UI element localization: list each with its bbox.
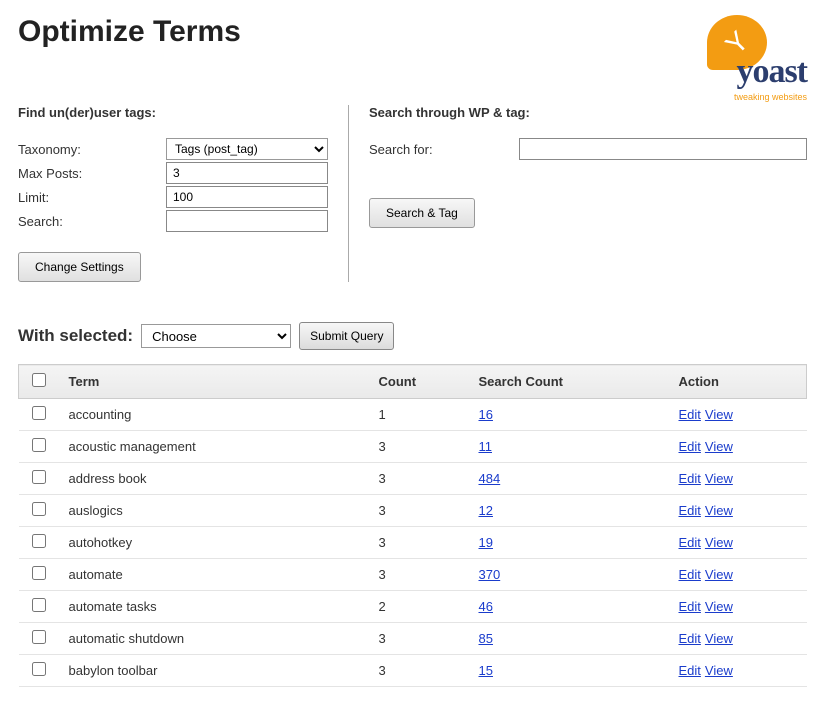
edit-link[interactable]: Edit [679, 663, 701, 678]
count-cell: 3 [369, 623, 469, 655]
search-count-link[interactable]: 85 [479, 631, 493, 646]
table-row: autohotkey3 19 Edit View [19, 527, 807, 559]
count-cell: 3 [369, 655, 469, 687]
header-count: Count [369, 365, 469, 399]
table-row: automate tasks2 46 Edit View [19, 591, 807, 623]
bulk-action-select[interactable]: Choose [141, 324, 291, 348]
edit-link[interactable]: Edit [679, 503, 701, 518]
edit-link[interactable]: Edit [679, 535, 701, 550]
terms-table: Term Count Search Count Action accountin… [18, 364, 807, 687]
edit-link[interactable]: Edit [679, 407, 701, 422]
edit-link[interactable]: Edit [679, 631, 701, 646]
search-tag-title: Search through WP & tag: [369, 105, 807, 120]
row-checkbox[interactable] [32, 534, 46, 548]
search-count-link[interactable]: 46 [479, 599, 493, 614]
taxonomy-label: Taxonomy: [18, 142, 166, 157]
row-checkbox[interactable] [32, 662, 46, 676]
count-cell: 3 [369, 495, 469, 527]
term-cell: automatic shutdown [59, 623, 369, 655]
term-cell: acoustic management [59, 431, 369, 463]
view-link[interactable]: View [705, 407, 733, 422]
edit-link[interactable]: Edit [679, 439, 701, 454]
view-link[interactable]: View [705, 599, 733, 614]
limit-input[interactable] [166, 186, 328, 208]
submit-query-button[interactable]: Submit Query [299, 322, 394, 350]
taxonomy-select[interactable]: Tags (post_tag) [166, 138, 328, 160]
count-cell: 3 [369, 463, 469, 495]
term-cell: autohotkey [59, 527, 369, 559]
row-checkbox[interactable] [32, 406, 46, 420]
search-count-link[interactable]: 484 [479, 471, 501, 486]
view-link[interactable]: View [705, 471, 733, 486]
search-for-label: Search for: [369, 142, 519, 157]
search-count-link[interactable]: 19 [479, 535, 493, 550]
page-title: Optimize Terms [18, 15, 241, 49]
row-checkbox[interactable] [32, 470, 46, 484]
logo-name: yoast [736, 53, 807, 91]
count-cell: 3 [369, 527, 469, 559]
count-cell: 2 [369, 591, 469, 623]
term-cell: automate tasks [59, 591, 369, 623]
table-row: accounting1 16 Edit View [19, 399, 807, 431]
view-link[interactable]: View [705, 439, 733, 454]
view-link[interactable]: View [705, 631, 733, 646]
bulk-label: With selected: [18, 326, 133, 346]
term-cell: auslogics [59, 495, 369, 527]
header-search-count: Search Count [469, 365, 669, 399]
header-action: Action [669, 365, 807, 399]
search-tag-panel: Search through WP & tag: Search for: Sea… [369, 105, 807, 282]
header-term: Term [59, 365, 369, 399]
limit-label: Limit: [18, 190, 166, 205]
table-row: babylon toolbar3 15 Edit View [19, 655, 807, 687]
search-label: Search: [18, 214, 166, 229]
view-link[interactable]: View [705, 567, 733, 582]
logo-tagline: tweaking websites [734, 92, 807, 102]
search-count-link[interactable]: 11 [479, 439, 493, 454]
max-posts-label: Max Posts: [18, 166, 166, 181]
term-cell: address book [59, 463, 369, 495]
term-cell: accounting [59, 399, 369, 431]
search-for-input[interactable] [519, 138, 807, 160]
table-row: auslogics3 12 Edit View [19, 495, 807, 527]
find-tags-title: Find un(der)user tags: [18, 105, 328, 120]
count-cell: 3 [369, 559, 469, 591]
row-checkbox[interactable] [32, 438, 46, 452]
select-all-checkbox[interactable] [32, 373, 46, 387]
search-count-link[interactable]: 15 [479, 663, 493, 678]
view-link[interactable]: View [705, 663, 733, 678]
yoast-logo: Y yoast tweaking websites [642, 15, 807, 105]
panel-divider [348, 105, 349, 282]
max-posts-input[interactable] [166, 162, 328, 184]
edit-link[interactable]: Edit [679, 471, 701, 486]
find-tags-panel: Find un(der)user tags: Taxonomy: Tags (p… [18, 105, 328, 282]
table-row: acoustic management3 11 Edit View [19, 431, 807, 463]
search-count-link[interactable]: 16 [479, 407, 493, 422]
search-tag-button[interactable]: Search & Tag [369, 198, 475, 228]
term-cell: babylon toolbar [59, 655, 369, 687]
term-cell: automate [59, 559, 369, 591]
count-cell: 1 [369, 399, 469, 431]
row-checkbox[interactable] [32, 502, 46, 516]
edit-link[interactable]: Edit [679, 567, 701, 582]
search-count-link[interactable]: 12 [479, 503, 493, 518]
table-row: address book3 484 Edit View [19, 463, 807, 495]
row-checkbox[interactable] [32, 630, 46, 644]
search-input[interactable] [166, 210, 328, 232]
edit-link[interactable]: Edit [679, 599, 701, 614]
view-link[interactable]: View [705, 535, 733, 550]
table-row: automate3 370 Edit View [19, 559, 807, 591]
table-row: automatic shutdown3 85 Edit View [19, 623, 807, 655]
change-settings-button[interactable]: Change Settings [18, 252, 141, 282]
row-checkbox[interactable] [32, 598, 46, 612]
search-count-link[interactable]: 370 [479, 567, 501, 582]
count-cell: 3 [369, 431, 469, 463]
view-link[interactable]: View [705, 503, 733, 518]
row-checkbox[interactable] [32, 566, 46, 580]
